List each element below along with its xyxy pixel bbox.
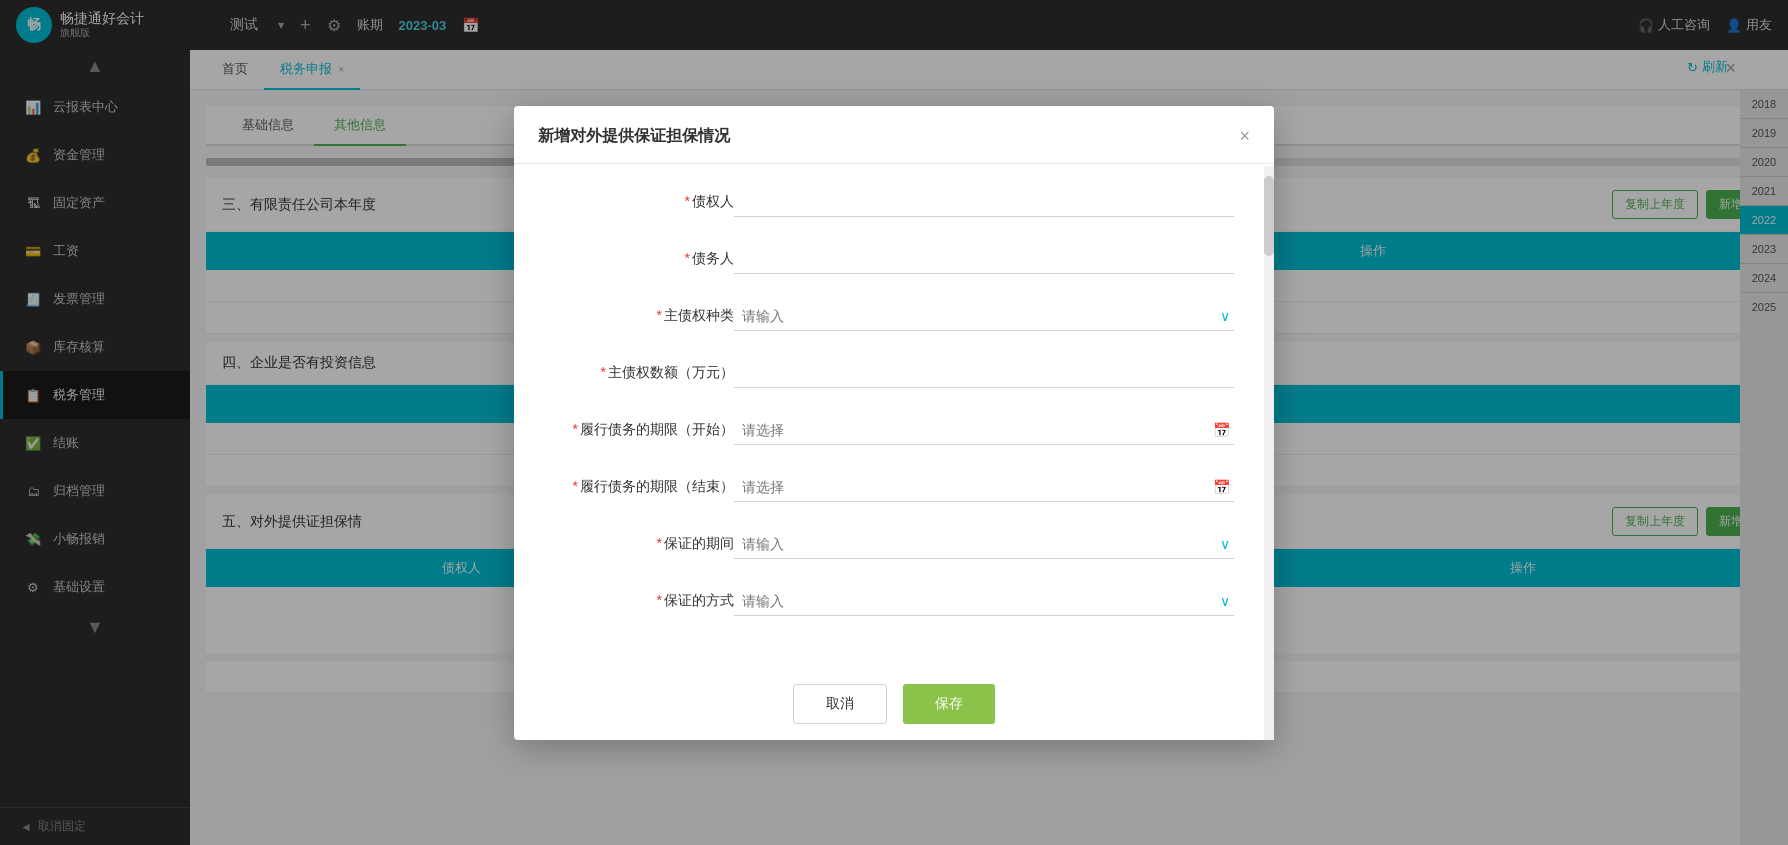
calendar-icon-end[interactable]: 📅: [1213, 479, 1234, 495]
input-creditor[interactable]: [734, 188, 1234, 216]
form-row-debtor: *债务人: [554, 245, 1234, 274]
label-creditor: *债权人: [554, 193, 734, 211]
label-debt-amount: *主债权数额（万元）: [554, 364, 734, 382]
label-guarantee-period: *保证的期间: [554, 535, 734, 553]
modal-dialog: 新增对外提供保证担保情况 × *债权人 *债务人: [514, 106, 1274, 740]
label-guarantee-method: *保证的方式: [554, 592, 734, 610]
label-debt-type: *主债权种类: [554, 307, 734, 325]
form-row-guarantee-period: *保证的期间 ∨: [554, 530, 1234, 559]
input-guarantee-method[interactable]: [734, 587, 1220, 615]
save-button[interactable]: 保存: [903, 684, 995, 724]
chevron-down-icon-debt-type[interactable]: ∨: [1220, 308, 1234, 324]
input-period-end[interactable]: [734, 473, 1213, 501]
chevron-down-icon-guarantee-method[interactable]: ∨: [1220, 593, 1234, 609]
chevron-down-icon-guarantee-period[interactable]: ∨: [1220, 536, 1234, 552]
modal-scroll-track[interactable]: [1264, 166, 1274, 740]
modal-overlay: 新增对外提供保证担保情况 × *债权人 *债务人: [0, 0, 1788, 845]
label-debtor: *债务人: [554, 250, 734, 268]
modal-close-btn[interactable]: ×: [1239, 127, 1250, 145]
form-row-guarantee-method: *保证的方式 ∨: [554, 587, 1234, 616]
input-debt-amount[interactable]: [734, 359, 1234, 387]
form-row-debt-type: *主债权种类 ∨: [554, 302, 1234, 331]
label-period-start: *履行债务的期限（开始）: [554, 421, 734, 439]
form-row-creditor: *债权人: [554, 188, 1234, 217]
form-row-period-end: *履行债务的期限（结束） 📅: [554, 473, 1234, 502]
input-debt-type[interactable]: [734, 302, 1220, 330]
form-row-debt-amount: *主债权数额（万元）: [554, 359, 1234, 388]
input-period-start[interactable]: [734, 416, 1213, 444]
modal-title: 新增对外提供保证担保情况: [538, 126, 730, 147]
calendar-icon-start[interactable]: 📅: [1213, 422, 1234, 438]
input-guarantee-period[interactable]: [734, 530, 1220, 558]
modal-header: 新增对外提供保证担保情况 ×: [514, 106, 1274, 164]
modal-footer: 取消 保存: [514, 668, 1274, 740]
modal-body: *债权人 *债务人 *主债权种类: [514, 164, 1274, 668]
modal-scroll-thumb: [1264, 176, 1274, 256]
cancel-button[interactable]: 取消: [793, 684, 887, 724]
label-period-end: *履行债务的期限（结束）: [554, 478, 734, 496]
input-debtor[interactable]: [734, 245, 1234, 273]
form-row-period-start: *履行债务的期限（开始） 📅: [554, 416, 1234, 445]
